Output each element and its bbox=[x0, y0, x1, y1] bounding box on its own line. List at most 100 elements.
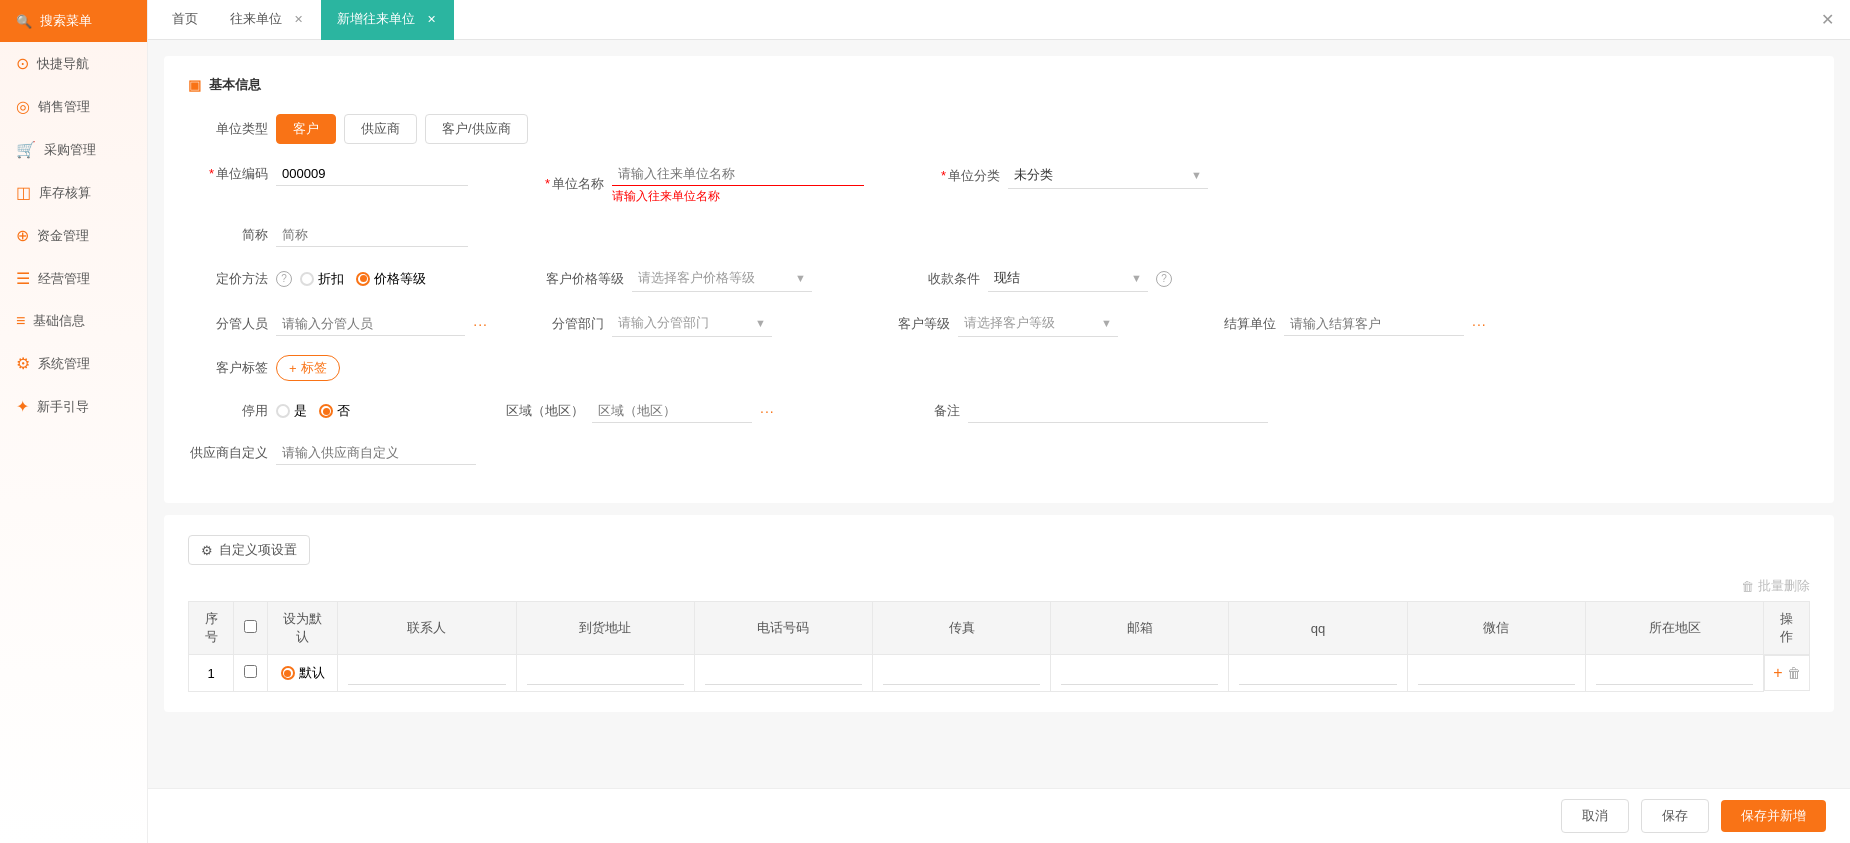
tab-home[interactable]: 首页 bbox=[156, 0, 214, 40]
settlement-dots[interactable]: ··· bbox=[1472, 316, 1487, 332]
wechat-input[interactable] bbox=[1418, 661, 1575, 685]
manager-label: 分管人员 bbox=[188, 315, 268, 333]
custom-settings-button[interactable]: ⚙ 自定义项设置 bbox=[188, 535, 310, 565]
tab-add-partner[interactable]: 新增往来单位 ✕ bbox=[321, 0, 454, 40]
settlement-field: 结算单位 ··· bbox=[1196, 312, 1810, 336]
pricing-discount[interactable]: 折扣 bbox=[300, 270, 344, 288]
payment-field: 收款条件 现结 ▼ ? bbox=[900, 265, 1200, 292]
tab-add-partner-close[interactable]: ✕ bbox=[421, 9, 438, 28]
region-table-input[interactable] bbox=[1596, 661, 1753, 685]
tab-partners[interactable]: 往来单位 ✕ bbox=[214, 0, 321, 40]
sidebar-item-basic-info[interactable]: ≡ 基础信息 bbox=[0, 300, 147, 342]
settlement-label: 结算单位 bbox=[1196, 315, 1276, 333]
disabled-label: 停用 bbox=[188, 402, 268, 420]
disabled-yes[interactable]: 是 bbox=[276, 402, 307, 420]
cancel-button[interactable]: 取消 bbox=[1561, 799, 1629, 833]
tab-bar-close-all[interactable]: ✕ bbox=[1813, 10, 1842, 29]
code-field: *单位编码 bbox=[188, 162, 468, 186]
delete-row-btn[interactable]: 🗑 bbox=[1787, 665, 1801, 681]
manager-input[interactable] bbox=[276, 312, 465, 336]
cell-phone bbox=[694, 655, 872, 692]
region-dots[interactable]: ··· bbox=[760, 403, 775, 419]
region-input[interactable] bbox=[592, 399, 752, 423]
manager-field: 分管人员 ··· bbox=[188, 312, 488, 336]
dept-field: 分管部门 请输入分管部门 ▼ bbox=[524, 310, 824, 337]
row-default-radio[interactable]: 默认 bbox=[278, 664, 327, 682]
tab-partners-close[interactable]: ✕ bbox=[288, 9, 305, 28]
customer-grade-label: 客户等级 bbox=[870, 315, 950, 333]
search-menu-item[interactable]: 🔍 搜索菜单 bbox=[0, 0, 147, 42]
disabled-no-inner bbox=[323, 408, 330, 415]
sidebar-item-quick-nav[interactable]: ⊙ 快捷导航 bbox=[0, 42, 147, 85]
contact-input[interactable] bbox=[348, 661, 505, 685]
code-input[interactable] bbox=[276, 162, 468, 186]
unit-type-supplier[interactable]: 供应商 bbox=[344, 114, 417, 144]
name-field: *单位名称 请输入往来单位名称 bbox=[524, 162, 864, 205]
sidebar-item-guide[interactable]: ✦ 新手引导 bbox=[0, 385, 147, 428]
sidebar-item-operations[interactable]: ☰ 经营管理 bbox=[0, 257, 147, 300]
qq-input[interactable] bbox=[1239, 661, 1396, 685]
price-grade-chevron: ▼ bbox=[795, 272, 806, 284]
remark-input[interactable] bbox=[968, 399, 1268, 423]
abbr-input[interactable] bbox=[276, 223, 468, 247]
remark-field: 备注 bbox=[880, 399, 1810, 423]
unit-type-both[interactable]: 客户/供应商 bbox=[425, 114, 528, 144]
select-all-checkbox[interactable] bbox=[244, 620, 257, 633]
customer-grade-select[interactable]: 请选择客户等级 ▼ bbox=[958, 310, 1118, 337]
pricing-grade[interactable]: 价格等级 bbox=[356, 270, 426, 288]
name-input[interactable] bbox=[612, 162, 864, 186]
th-phone: 电话号码 bbox=[694, 602, 872, 655]
search-menu-label: 搜索菜单 bbox=[40, 12, 92, 30]
sidebar-item-purchase[interactable]: 🛒 采购管理 bbox=[0, 128, 147, 171]
supplier-custom-field: 供应商自定义 bbox=[188, 441, 508, 465]
add-row-btn[interactable]: + bbox=[1773, 664, 1782, 682]
address-input[interactable] bbox=[527, 661, 684, 685]
tag-field: 客户标签 + 标签 bbox=[188, 355, 1810, 381]
unit-type-field: 单位类型 客户 供应商 客户/供应商 bbox=[188, 114, 1810, 144]
batch-delete-button[interactable]: 🗑 批量删除 bbox=[1741, 577, 1810, 595]
sidebar-item-label: 经营管理 bbox=[38, 270, 90, 288]
grade-radio-inner bbox=[360, 275, 367, 282]
category-select[interactable]: 未分类 ▼ bbox=[1008, 162, 1208, 189]
price-grade-label: 客户价格等级 bbox=[544, 270, 624, 288]
supplier-custom-input[interactable] bbox=[276, 441, 476, 465]
cell-fax bbox=[872, 655, 1050, 692]
table-header: 序号 设为默认 联系人 到货地址 电话号码 传真 邮箱 qq 微信 所在地区 bbox=[189, 602, 1810, 655]
row-checkbox[interactable] bbox=[244, 665, 257, 678]
payment-help-icon[interactable]: ? bbox=[1156, 271, 1172, 287]
disabled-row: 停用 是 否 区 bbox=[188, 399, 1810, 423]
price-grade-select[interactable]: 请选择客户价格等级 ▼ bbox=[632, 265, 812, 292]
tag-add-button[interactable]: + 标签 bbox=[276, 355, 340, 381]
payment-select[interactable]: 现结 ▼ bbox=[988, 265, 1148, 292]
sidebar-item-label: 采购管理 bbox=[44, 141, 96, 159]
price-grade-placeholder: 请选择客户价格等级 bbox=[638, 269, 791, 287]
quick-nav-icon: ⊙ bbox=[16, 54, 29, 73]
tag-label: 客户标签 bbox=[188, 359, 268, 377]
disabled-no[interactable]: 否 bbox=[319, 402, 350, 420]
sidebar-item-inventory[interactable]: ◫ 库存核算 bbox=[0, 171, 147, 214]
settlement-input[interactable] bbox=[1284, 312, 1464, 336]
abbr-field: 简称 bbox=[188, 223, 468, 247]
pricing-label: 定价方法 bbox=[188, 270, 268, 288]
cell-default: 默认 bbox=[268, 655, 338, 692]
batch-delete-label: 批量删除 bbox=[1758, 577, 1810, 595]
grade-radio-outer bbox=[356, 272, 370, 286]
dept-select[interactable]: 请输入分管部门 ▼ bbox=[612, 310, 772, 337]
save-button[interactable]: 保存 bbox=[1641, 799, 1709, 833]
discount-radio-outer bbox=[300, 272, 314, 286]
sidebar-item-system[interactable]: ⚙ 系统管理 bbox=[0, 342, 147, 385]
sidebar-item-label: 系统管理 bbox=[38, 355, 90, 373]
pricing-help-icon[interactable]: ? bbox=[276, 271, 292, 287]
settings-icon: ⚙ bbox=[201, 543, 213, 558]
sidebar-item-finance[interactable]: ⊕ 资金管理 bbox=[0, 214, 147, 257]
manager-dots[interactable]: ··· bbox=[473, 316, 488, 332]
unit-type-customer[interactable]: 客户 bbox=[276, 114, 336, 144]
customer-grade-chevron: ▼ bbox=[1101, 317, 1112, 329]
phone-input[interactable] bbox=[705, 661, 862, 685]
fax-input[interactable] bbox=[883, 661, 1040, 685]
save-new-button[interactable]: 保存并新增 bbox=[1721, 800, 1826, 832]
sidebar-item-sales[interactable]: ◎ 销售管理 bbox=[0, 85, 147, 128]
name-error-msg: 请输入往来单位名称 bbox=[612, 188, 864, 205]
email-input[interactable] bbox=[1061, 661, 1218, 685]
custom-settings-label: 自定义项设置 bbox=[219, 541, 297, 559]
